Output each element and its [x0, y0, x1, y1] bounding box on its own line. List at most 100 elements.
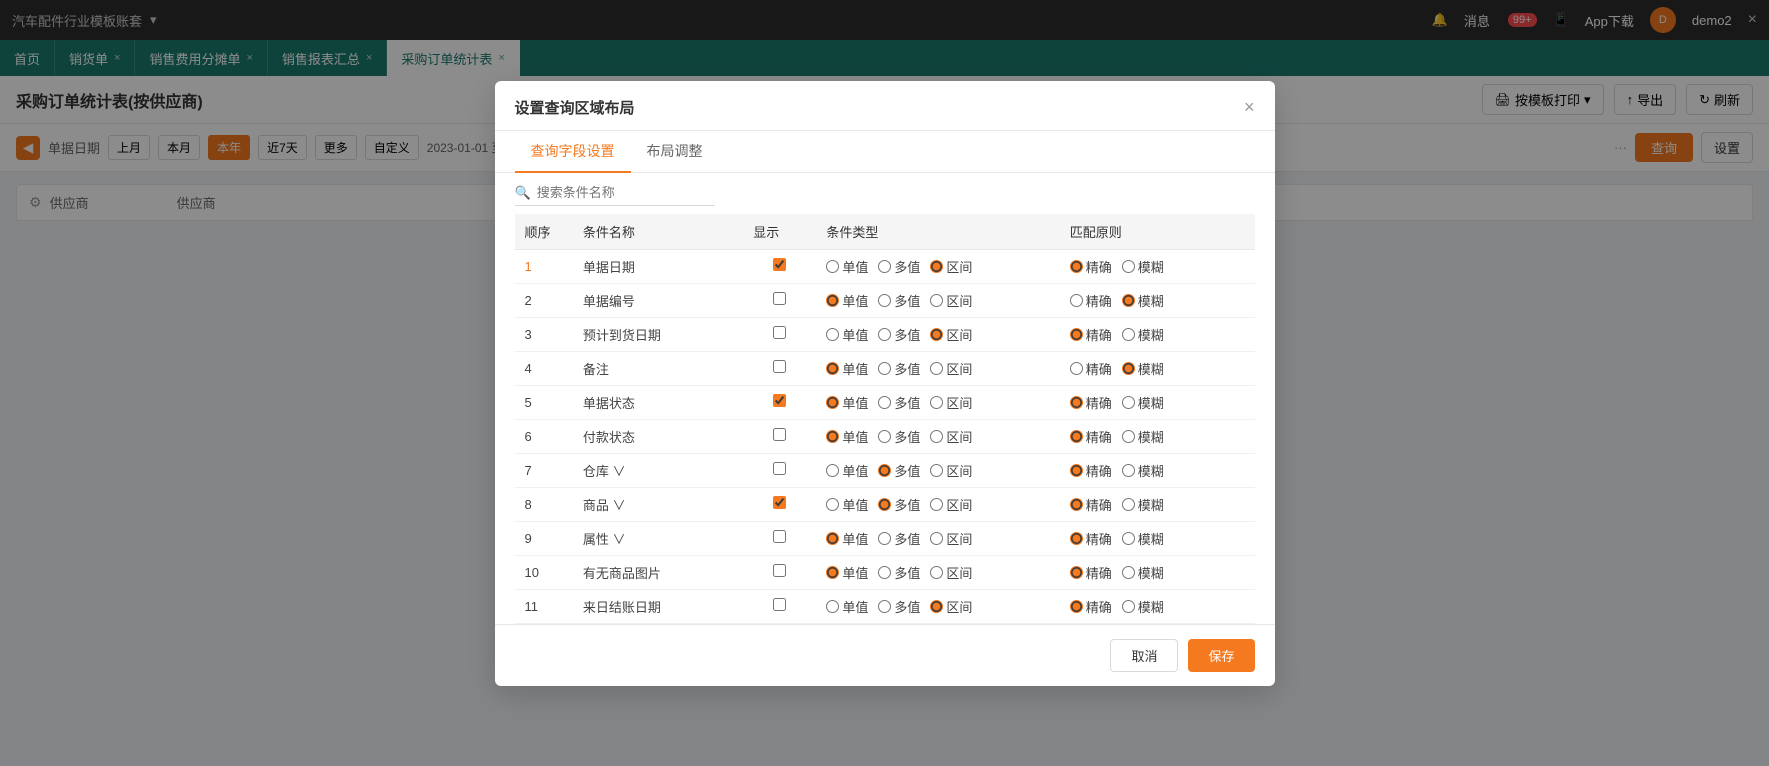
type-option-单值[interactable]: 单值	[826, 563, 868, 582]
match-option-模糊[interactable]: 模糊	[1122, 461, 1164, 480]
match-option-精确[interactable]: 精确	[1070, 393, 1112, 412]
show-checkbox[interactable]	[773, 462, 786, 475]
type-option-区间[interactable]: 区间	[930, 291, 972, 310]
row-order: 10	[515, 555, 573, 589]
row-type: 单值多值区间	[816, 249, 1059, 283]
type-option-单值[interactable]: 单值	[826, 427, 868, 446]
type-option-区间[interactable]: 区间	[930, 495, 972, 514]
th-show: 显示	[743, 214, 816, 250]
row-type: 单值多值区间	[816, 521, 1059, 555]
type-option-多值[interactable]: 多值	[878, 495, 920, 514]
match-option-精确[interactable]: 精确	[1070, 597, 1112, 616]
show-checkbox[interactable]	[773, 326, 786, 339]
type-option-区间[interactable]: 区间	[930, 461, 972, 480]
type-option-多值[interactable]: 多值	[878, 325, 920, 344]
row-show	[743, 555, 816, 589]
row-order: 9	[515, 521, 573, 555]
modal-overlay[interactable]: 设置查询区域布局 × 查询字段设置 布局调整 🔍 顺序	[0, 0, 1769, 766]
match-option-模糊[interactable]: 模糊	[1122, 495, 1164, 514]
type-option-区间[interactable]: 区间	[930, 325, 972, 344]
row-show	[743, 283, 816, 317]
type-option-多值[interactable]: 多值	[878, 529, 920, 548]
type-option-区间[interactable]: 区间	[930, 359, 972, 378]
match-option-精确[interactable]: 精确	[1070, 461, 1112, 480]
row-order: 11	[515, 589, 573, 623]
match-option-模糊[interactable]: 模糊	[1122, 597, 1164, 616]
show-checkbox[interactable]	[773, 258, 786, 271]
type-option-多值[interactable]: 多值	[878, 359, 920, 378]
modal-close-button[interactable]: ×	[1244, 97, 1255, 118]
match-option-模糊[interactable]: 模糊	[1122, 393, 1164, 412]
type-option-区间[interactable]: 区间	[930, 427, 972, 446]
row-name: 预计到货日期	[573, 317, 743, 351]
row-match: 精确模糊	[1060, 419, 1255, 453]
cancel-button[interactable]: 取消	[1110, 639, 1178, 672]
tab-query-fields[interactable]: 查询字段设置	[515, 131, 631, 173]
show-checkbox[interactable]	[773, 292, 786, 305]
match-option-精确[interactable]: 精确	[1070, 495, 1112, 514]
type-option-单值[interactable]: 单值	[826, 257, 868, 276]
row-show	[743, 385, 816, 419]
row-show	[743, 249, 816, 283]
row-order: 1	[515, 249, 573, 283]
type-option-多值[interactable]: 多值	[878, 427, 920, 446]
match-option-精确[interactable]: 精确	[1070, 563, 1112, 582]
type-option-单值[interactable]: 单值	[826, 359, 868, 378]
type-option-单值[interactable]: 单值	[826, 529, 868, 548]
match-option-模糊[interactable]: 模糊	[1122, 291, 1164, 310]
type-option-多值[interactable]: 多值	[878, 257, 920, 276]
match-option-模糊[interactable]: 模糊	[1122, 257, 1164, 276]
search-input[interactable]	[537, 185, 697, 200]
row-order: 2	[515, 283, 573, 317]
type-option-多值[interactable]: 多值	[878, 563, 920, 582]
table-row: 4备注单值多值区间精确模糊	[515, 351, 1255, 385]
row-type: 单值多值区间	[816, 487, 1059, 521]
modal-search: 🔍	[495, 173, 1275, 214]
type-option-多值[interactable]: 多值	[878, 393, 920, 412]
row-match: 精确模糊	[1060, 351, 1255, 385]
save-button[interactable]: 保存	[1188, 639, 1254, 672]
match-option-模糊[interactable]: 模糊	[1122, 427, 1164, 446]
match-option-模糊[interactable]: 模糊	[1122, 325, 1164, 344]
modal-header: 设置查询区域布局 ×	[495, 81, 1275, 131]
match-option-精确[interactable]: 精确	[1070, 325, 1112, 344]
type-option-多值[interactable]: 多值	[878, 461, 920, 480]
type-option-区间[interactable]: 区间	[930, 393, 972, 412]
match-option-模糊[interactable]: 模糊	[1122, 529, 1164, 548]
type-option-单值[interactable]: 单值	[826, 597, 868, 616]
show-checkbox[interactable]	[773, 598, 786, 611]
row-match: 精确模糊	[1060, 487, 1255, 521]
type-option-多值[interactable]: 多值	[878, 597, 920, 616]
type-option-多值[interactable]: 多值	[878, 291, 920, 310]
tab-layout-adjust[interactable]: 布局调整	[631, 131, 719, 173]
type-option-单值[interactable]: 单值	[826, 495, 868, 514]
row-show	[743, 351, 816, 385]
match-option-精确[interactable]: 精确	[1070, 427, 1112, 446]
type-option-单值[interactable]: 单值	[826, 291, 868, 310]
show-checkbox[interactable]	[773, 564, 786, 577]
type-option-单值[interactable]: 单值	[826, 393, 868, 412]
match-option-精确[interactable]: 精确	[1070, 257, 1112, 276]
table-row: 11来日结账日期单值多值区间精确模糊	[515, 589, 1255, 623]
match-option-模糊[interactable]: 模糊	[1122, 359, 1164, 378]
row-type: 单值多值区间	[816, 453, 1059, 487]
show-checkbox[interactable]	[773, 394, 786, 407]
show-checkbox[interactable]	[773, 496, 786, 509]
show-checkbox[interactable]	[773, 428, 786, 441]
match-option-精确[interactable]: 精确	[1070, 529, 1112, 548]
type-option-单值[interactable]: 单值	[826, 461, 868, 480]
type-option-区间[interactable]: 区间	[930, 597, 972, 616]
type-option-区间[interactable]: 区间	[930, 563, 972, 582]
tab-query-fields-label: 查询字段设置	[531, 143, 615, 159]
show-checkbox[interactable]	[773, 360, 786, 373]
show-checkbox[interactable]	[773, 530, 786, 543]
search-icon: 🔍	[515, 185, 531, 201]
row-name: 付款状态	[573, 419, 743, 453]
table-row: 6付款状态单值多值区间精确模糊	[515, 419, 1255, 453]
type-option-单值[interactable]: 单值	[826, 325, 868, 344]
type-option-区间[interactable]: 区间	[930, 257, 972, 276]
type-option-区间[interactable]: 区间	[930, 529, 972, 548]
match-option-模糊[interactable]: 模糊	[1122, 563, 1164, 582]
match-option-精确[interactable]: 精确	[1070, 359, 1112, 378]
match-option-精确[interactable]: 精确	[1070, 291, 1112, 310]
